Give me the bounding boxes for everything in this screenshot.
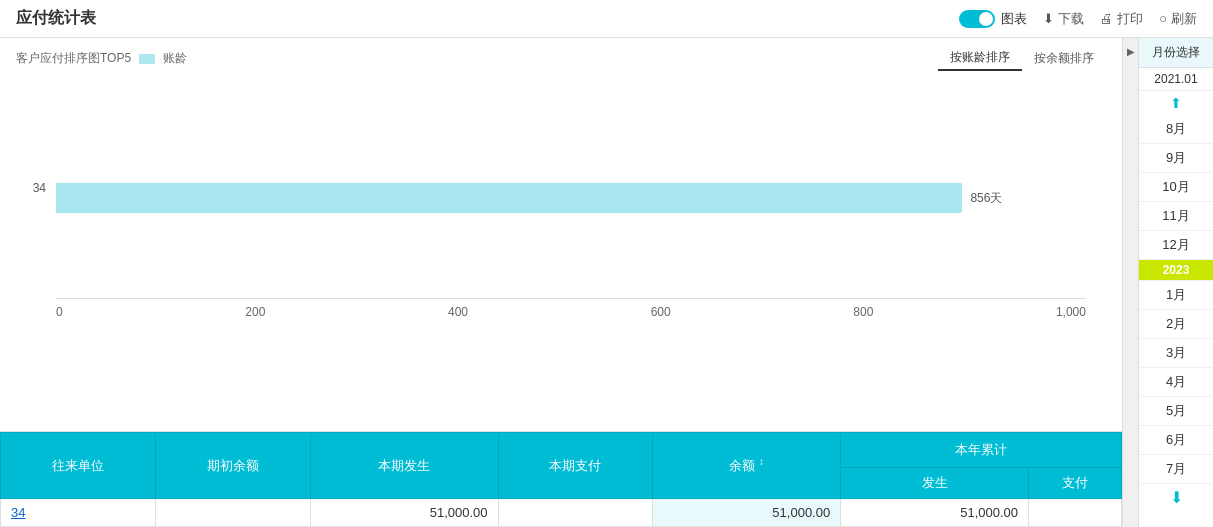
cell-opening (155, 499, 310, 527)
x-label-0: 0 (56, 305, 63, 319)
x-axis: 0 200 400 600 800 1,000 (56, 305, 1086, 319)
sidebar-month-1[interactable]: 1月 (1139, 281, 1213, 310)
col-ytd-group-header: 本年累计 (841, 433, 1122, 468)
sidebar-month-6[interactable]: 6月 (1139, 426, 1213, 455)
refresh-button[interactable]: ○ 刷新 (1159, 10, 1197, 28)
bar-chart-wrap: 34 856天 0 200 400 600 800 (0, 79, 1122, 431)
chart-sort-buttons: 按账龄排序 按余额排序 (938, 46, 1106, 71)
chart-toggle-label: 图表 (1001, 10, 1027, 28)
refresh-icon: ○ (1159, 11, 1167, 26)
x-label-400: 400 (448, 305, 468, 319)
main-content: 客户应付排序图TOP5 账龄 按账龄排序 按余额排序 34 856 (0, 38, 1213, 527)
col-current-pay-header: 本期支付 (498, 433, 653, 499)
col-unit-header: 往来单位 (1, 433, 156, 499)
data-table: 往来单位 期初余额 本期发生 本期支付 余额 ↕ 本年累计 发生 (0, 432, 1122, 527)
chart-toggle-switch[interactable] (959, 10, 995, 28)
bar-row: 856天 (56, 183, 1086, 213)
sidebar-month-4[interactable]: 4月 (1139, 368, 1213, 397)
download-icon: ⬇ (1043, 11, 1054, 26)
bar-end-label: 856天 (970, 190, 1002, 207)
sort-by-balance-button[interactable]: 按余额排序 (1022, 46, 1106, 71)
cell-ytd-pay (1029, 499, 1122, 527)
x-axis-line (56, 298, 1086, 299)
download-button[interactable]: ⬇ 下载 (1043, 10, 1084, 28)
table-row: 34 51,000.00 51,000.00 51,000.00 (1, 499, 1122, 527)
legend-box-label: 账龄 (163, 50, 187, 67)
chart-header: 客户应付排序图TOP5 账龄 按账龄排序 按余额排序 (0, 38, 1122, 79)
header-actions: 图表 ⬇ 下载 🖨 打印 ○ 刷新 (959, 10, 1197, 28)
x-label-1000: 1,000 (1056, 305, 1086, 319)
col-ytd-occur-header: 发生 (841, 468, 1029, 499)
panel-expand-icon: ▶ (1127, 46, 1135, 57)
chart-table-area: 客户应付排序图TOP5 账龄 按账龄排序 按余额排序 34 856 (0, 38, 1122, 527)
sort-by-age-button[interactable]: 按账龄排序 (938, 46, 1022, 71)
sidebar-month-2[interactable]: 2月 (1139, 310, 1213, 339)
bar-fill (56, 183, 962, 213)
panel-expand-button[interactable]: ▶ (1122, 38, 1138, 527)
sidebar-month-3[interactable]: 3月 (1139, 339, 1213, 368)
col-ytd-pay-header: 支付 (1029, 468, 1122, 499)
refresh-label: 刷新 (1171, 10, 1197, 28)
chart-toggle-wrap[interactable]: 图表 (959, 10, 1027, 28)
sidebar-up-button[interactable]: ⬆ (1139, 91, 1213, 115)
sidebar-month-9[interactable]: 9月 (1139, 144, 1213, 173)
cell-unit: 34 (1, 499, 156, 527)
print-button[interactable]: 🖨 打印 (1100, 10, 1143, 28)
col-opening-header: 期初余额 (155, 433, 310, 499)
col-current-occur-header: 本期发生 (310, 433, 498, 499)
sidebar-month-7[interactable]: 7月 (1139, 455, 1213, 484)
month-sidebar: 月份选择 2021.01 ⬆ 8月 9月 10月 11月 12月 2023 1月… (1138, 38, 1213, 527)
cell-current-pay (498, 499, 653, 527)
sidebar-month-8[interactable]: 8月 (1139, 115, 1213, 144)
sidebar-down-button[interactable]: ⬇ (1139, 484, 1213, 511)
chart-legend: 客户应付排序图TOP5 账龄 (16, 50, 187, 67)
x-label-800: 800 (853, 305, 873, 319)
sidebar-year-month: 2021.01 (1139, 68, 1213, 91)
print-label: 打印 (1117, 10, 1143, 28)
page-header: 应付统计表 图表 ⬇ 下载 🖨 打印 ○ 刷新 (0, 0, 1213, 38)
sidebar-month-5[interactable]: 5月 (1139, 397, 1213, 426)
bar-y-label: 34 (16, 181, 46, 195)
download-label: 下载 (1058, 10, 1084, 28)
cell-current-occur: 51,000.00 (310, 499, 498, 527)
unit-link[interactable]: 34 (11, 505, 25, 520)
sidebar-header: 月份选择 (1139, 38, 1213, 68)
col-balance-header: 余额 ↕ (653, 433, 841, 499)
balance-icon: ↕ (759, 456, 764, 467)
cell-ytd-occur: 51,000.00 (841, 499, 1029, 527)
sidebar-month-12[interactable]: 12月 (1139, 231, 1213, 260)
cell-balance: 51,000.00 (653, 499, 841, 527)
page-title: 应付统计表 (16, 8, 96, 29)
legend-box (139, 54, 155, 64)
x-label-200: 200 (245, 305, 265, 319)
data-table-area: 往来单位 期初余额 本期发生 本期支付 余额 ↕ 本年累计 发生 (0, 431, 1122, 527)
sidebar-month-11[interactable]: 11月 (1139, 202, 1213, 231)
sidebar-month-10[interactable]: 10月 (1139, 173, 1213, 202)
legend-text: 客户应付排序图TOP5 (16, 50, 131, 67)
x-label-600: 600 (651, 305, 671, 319)
sidebar-year-label: 2023 (1139, 260, 1213, 281)
bar-chart: 34 856天 0 200 400 600 800 (16, 79, 1106, 339)
print-icon: 🖨 (1100, 11, 1113, 26)
